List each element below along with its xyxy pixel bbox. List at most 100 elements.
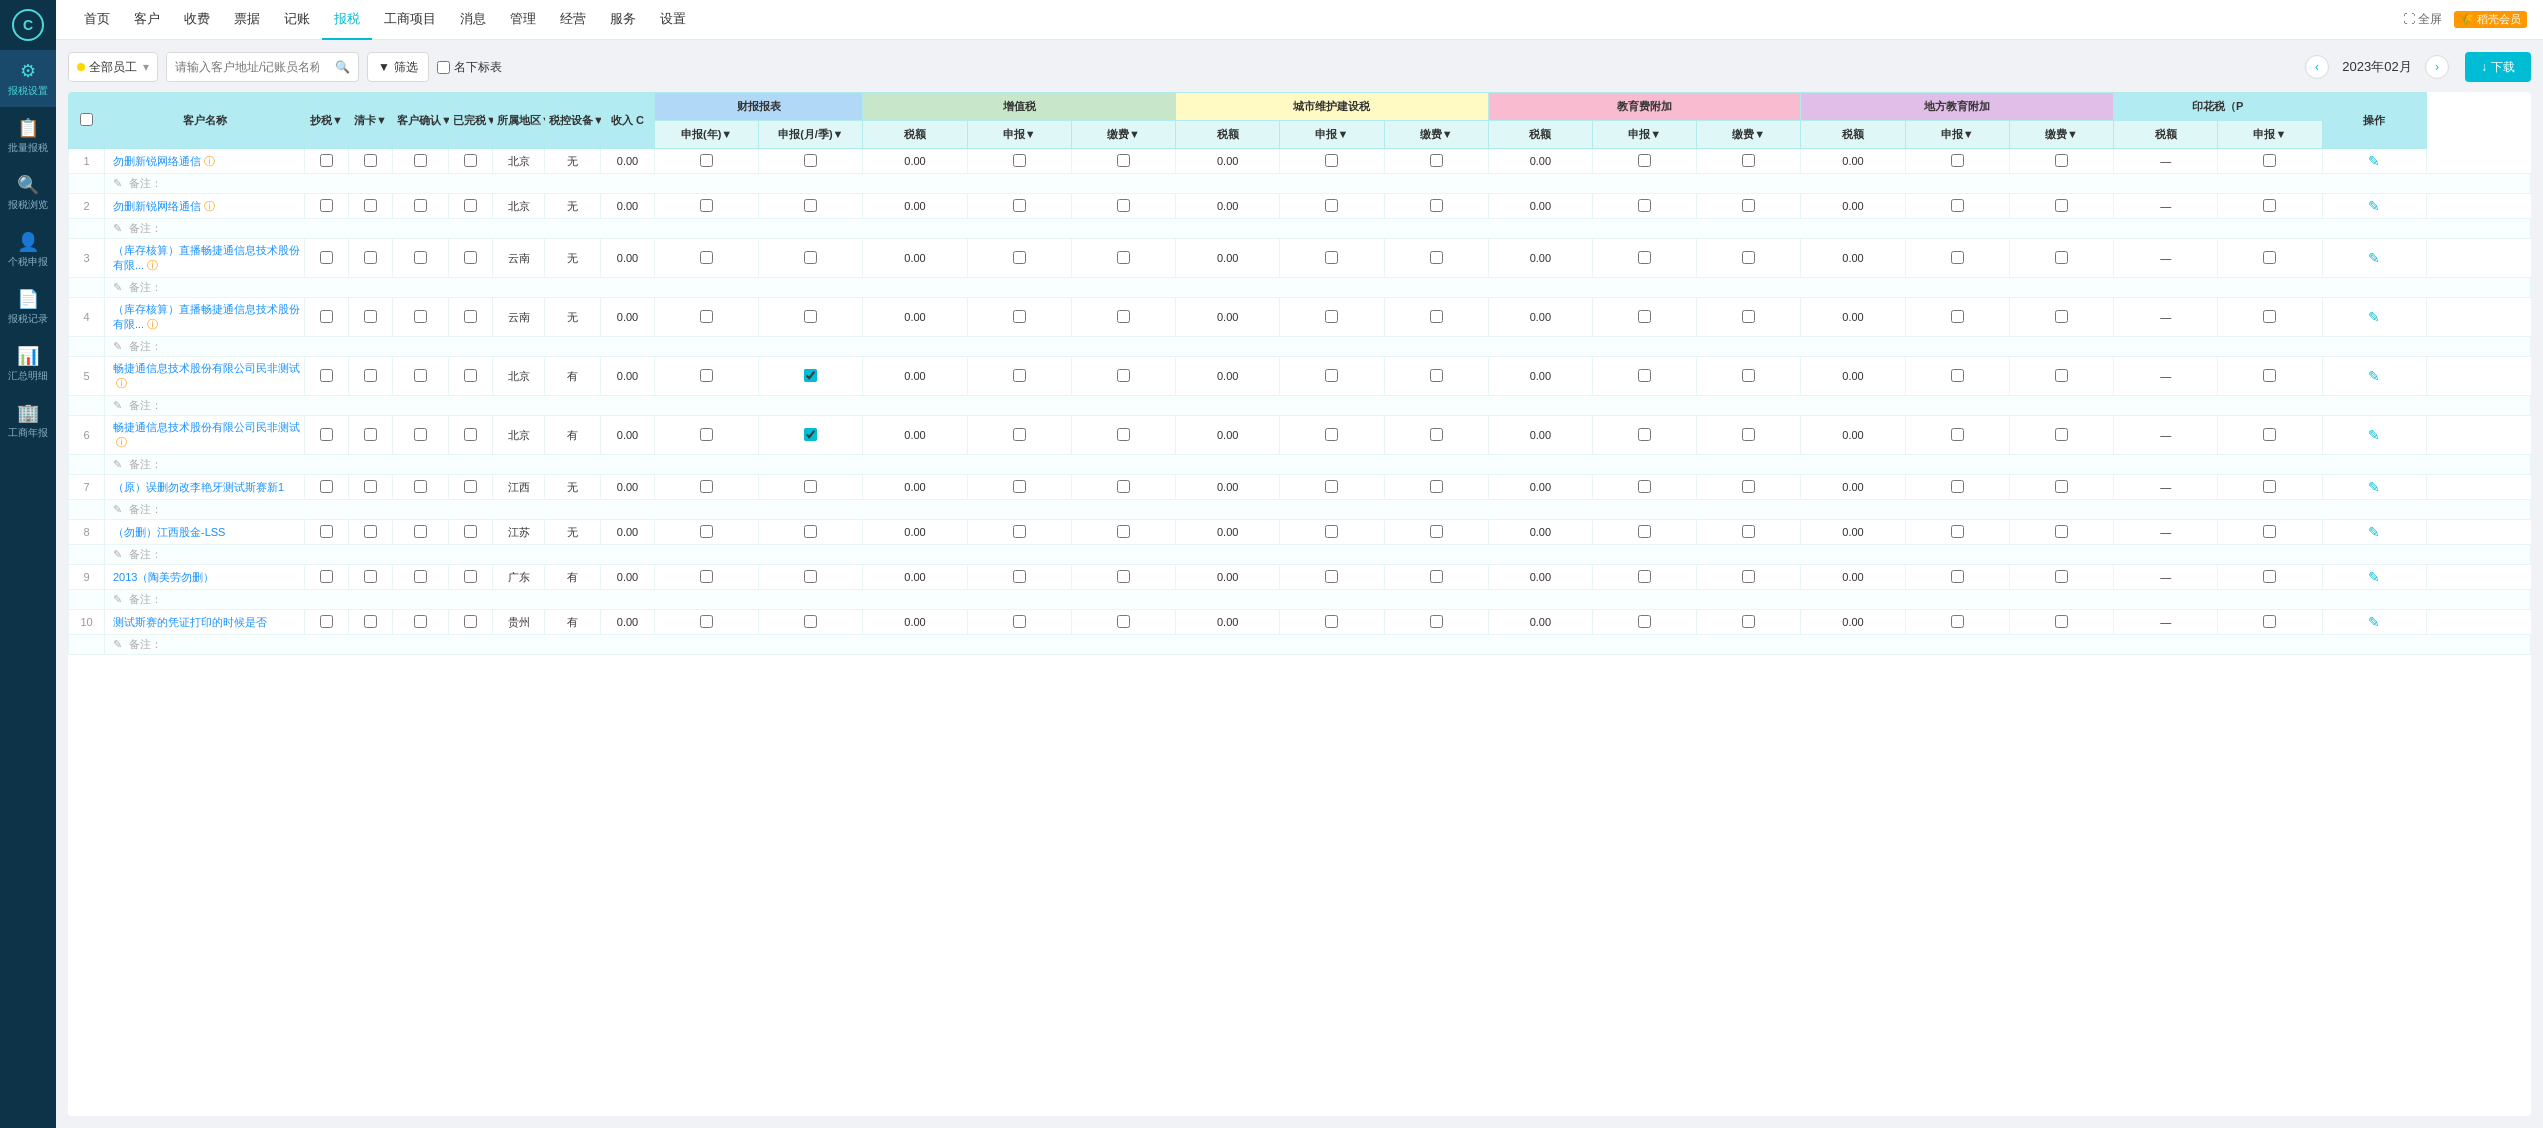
d-jiaof-checkbox[interactable]: [2055, 199, 2068, 212]
c-shenb-checkbox[interactable]: [1325, 369, 1338, 382]
caibao-year-checkbox[interactable]: [700, 615, 713, 628]
c-shenb-checkbox[interactable]: [1325, 480, 1338, 493]
y-shenb-checkbox[interactable]: [2263, 369, 2276, 382]
sidebar-item-baoshuilanlan[interactable]: 🔍 报税浏览: [0, 164, 56, 221]
d-jiaof-checkbox[interactable]: [2055, 570, 2068, 583]
z-shenb-checkbox[interactable]: [1013, 480, 1026, 493]
checkbox-unchecked[interactable]: [804, 199, 817, 212]
qingka-checkbox[interactable]: [364, 570, 377, 583]
caibao-year-checkbox[interactable]: [700, 428, 713, 441]
queren-checkbox[interactable]: [414, 154, 427, 167]
select-all-checkbox[interactable]: [80, 113, 93, 126]
y-shenb-checkbox[interactable]: [2263, 615, 2276, 628]
edit-button[interactable]: ✎: [2368, 198, 2380, 214]
edit-button[interactable]: ✎: [2368, 250, 2380, 266]
j-jiaof-checkbox[interactable]: [1742, 428, 1755, 441]
z-jiaof-checkbox[interactable]: [1117, 199, 1130, 212]
client-name-cell[interactable]: 勿删新锐网络通信ⓘ: [105, 149, 305, 174]
nav-jizhi[interactable]: 记账: [272, 0, 322, 40]
c-shenb-checkbox[interactable]: [1325, 570, 1338, 583]
c-jiaof-checkbox[interactable]: [1430, 570, 1443, 583]
c-shenb-checkbox[interactable]: [1325, 615, 1338, 628]
j-jiaof-checkbox[interactable]: [1742, 310, 1755, 323]
sidebar-item-piliang[interactable]: 📋 批量报税: [0, 107, 56, 164]
nav-shoufei[interactable]: 收费: [172, 0, 222, 40]
wanshu-checkbox[interactable]: [464, 615, 477, 628]
d-jiaof-checkbox[interactable]: [2055, 428, 2068, 441]
th-c-jiaof[interactable]: 缴费▼: [1384, 121, 1488, 149]
nav-baoshui[interactable]: 报税: [322, 0, 372, 40]
qingka-checkbox[interactable]: [364, 310, 377, 323]
y-shenb-checkbox[interactable]: [2263, 480, 2276, 493]
z-shenb-checkbox[interactable]: [1013, 199, 1026, 212]
j-jiaof-checkbox[interactable]: [1742, 251, 1755, 264]
j-jiaof-checkbox[interactable]: [1742, 369, 1755, 382]
checkbox-checked[interactable]: [804, 428, 817, 441]
vip-badge[interactable]: 🌾 稻壳会员: [2454, 11, 2527, 28]
c-jiaof-checkbox[interactable]: [1430, 615, 1443, 628]
j-shenb-checkbox[interactable]: [1638, 251, 1651, 264]
client-name-cell[interactable]: 测试斯赛的凭证打印的时候是否: [105, 610, 305, 635]
z-shenb-checkbox[interactable]: [1013, 251, 1026, 264]
c-jiaof-checkbox[interactable]: [1430, 199, 1443, 212]
th-caibao-year[interactable]: 申报(年)▼: [655, 121, 759, 149]
c-shenb-checkbox[interactable]: [1325, 525, 1338, 538]
z-shenb-checkbox[interactable]: [1013, 154, 1026, 167]
th-z-shenb[interactable]: 申报▼: [967, 121, 1071, 149]
c-shenb-checkbox[interactable]: [1325, 428, 1338, 441]
d-shenb-checkbox[interactable]: [1951, 369, 1964, 382]
prev-month-button[interactable]: ‹: [2305, 55, 2329, 79]
caibao-year-checkbox[interactable]: [700, 525, 713, 538]
d-jiaof-checkbox[interactable]: [2055, 615, 2068, 628]
th-y-shenb[interactable]: 申报▼: [2218, 121, 2322, 149]
nav-shezhi[interactable]: 设置: [648, 0, 698, 40]
chaoshu-checkbox[interactable]: [320, 369, 333, 382]
z-jiaof-checkbox[interactable]: [1117, 369, 1130, 382]
z-jiaof-checkbox[interactable]: [1117, 310, 1130, 323]
edit-button[interactable]: ✎: [2368, 309, 2380, 325]
j-shenb-checkbox[interactable]: [1638, 369, 1651, 382]
checkbox-unchecked[interactable]: [804, 480, 817, 493]
qingka-checkbox[interactable]: [364, 199, 377, 212]
th-d-jiaof[interactable]: 缴费▼: [2009, 121, 2113, 149]
th-caibao-month[interactable]: 申报(月/季)▼: [759, 121, 863, 149]
search-input[interactable]: [167, 53, 327, 81]
y-shenb-checkbox[interactable]: [2263, 154, 2276, 167]
chaoshu-checkbox[interactable]: [320, 154, 333, 167]
queren-checkbox[interactable]: [414, 251, 427, 264]
edit-button[interactable]: ✎: [2368, 614, 2380, 630]
checkbox-mingxia[interactable]: [437, 61, 450, 74]
wanshu-checkbox[interactable]: [464, 570, 477, 583]
qingka-checkbox[interactable]: [364, 615, 377, 628]
c-jiaof-checkbox[interactable]: [1430, 480, 1443, 493]
checkbox-unchecked[interactable]: [804, 251, 817, 264]
d-shenb-checkbox[interactable]: [1951, 251, 1964, 264]
edit-button[interactable]: ✎: [2368, 569, 2380, 585]
nav-xiaoshi[interactable]: 消息: [448, 0, 498, 40]
edit-button[interactable]: ✎: [2368, 479, 2380, 495]
c-shenb-checkbox[interactable]: [1325, 251, 1338, 264]
d-shenb-checkbox[interactable]: [1951, 310, 1964, 323]
client-name-cell[interactable]: 勿删新锐网络通信ⓘ: [105, 194, 305, 219]
j-jiaof-checkbox[interactable]: [1742, 480, 1755, 493]
nav-piaoju[interactable]: 票据: [222, 0, 272, 40]
c-jiaof-checkbox[interactable]: [1430, 428, 1443, 441]
z-shenb-checkbox[interactable]: [1013, 310, 1026, 323]
j-jiaof-checkbox[interactable]: [1742, 615, 1755, 628]
c-jiaof-checkbox[interactable]: [1430, 310, 1443, 323]
queren-checkbox[interactable]: [414, 570, 427, 583]
d-jiaof-checkbox[interactable]: [2055, 251, 2068, 264]
sidebar-item-geshuishen[interactable]: 👤 个税申报: [0, 221, 56, 278]
chaoshu-checkbox[interactable]: [320, 310, 333, 323]
nav-fuwu[interactable]: 服务: [598, 0, 648, 40]
d-jiaof-checkbox[interactable]: [2055, 154, 2068, 167]
th-c-shenb[interactable]: 申报▼: [1280, 121, 1384, 149]
queren-checkbox[interactable]: [414, 428, 427, 441]
th-j-shenb[interactable]: 申报▼: [1592, 121, 1696, 149]
th-income[interactable]: 收入 C: [601, 93, 655, 149]
checkbox-unchecked[interactable]: [804, 310, 817, 323]
j-shenb-checkbox[interactable]: [1638, 310, 1651, 323]
client-name-cell[interactable]: （原）误删勿改李艳牙测试斯赛新1: [105, 475, 305, 500]
z-shenb-checkbox[interactable]: [1013, 615, 1026, 628]
queren-checkbox[interactable]: [414, 199, 427, 212]
